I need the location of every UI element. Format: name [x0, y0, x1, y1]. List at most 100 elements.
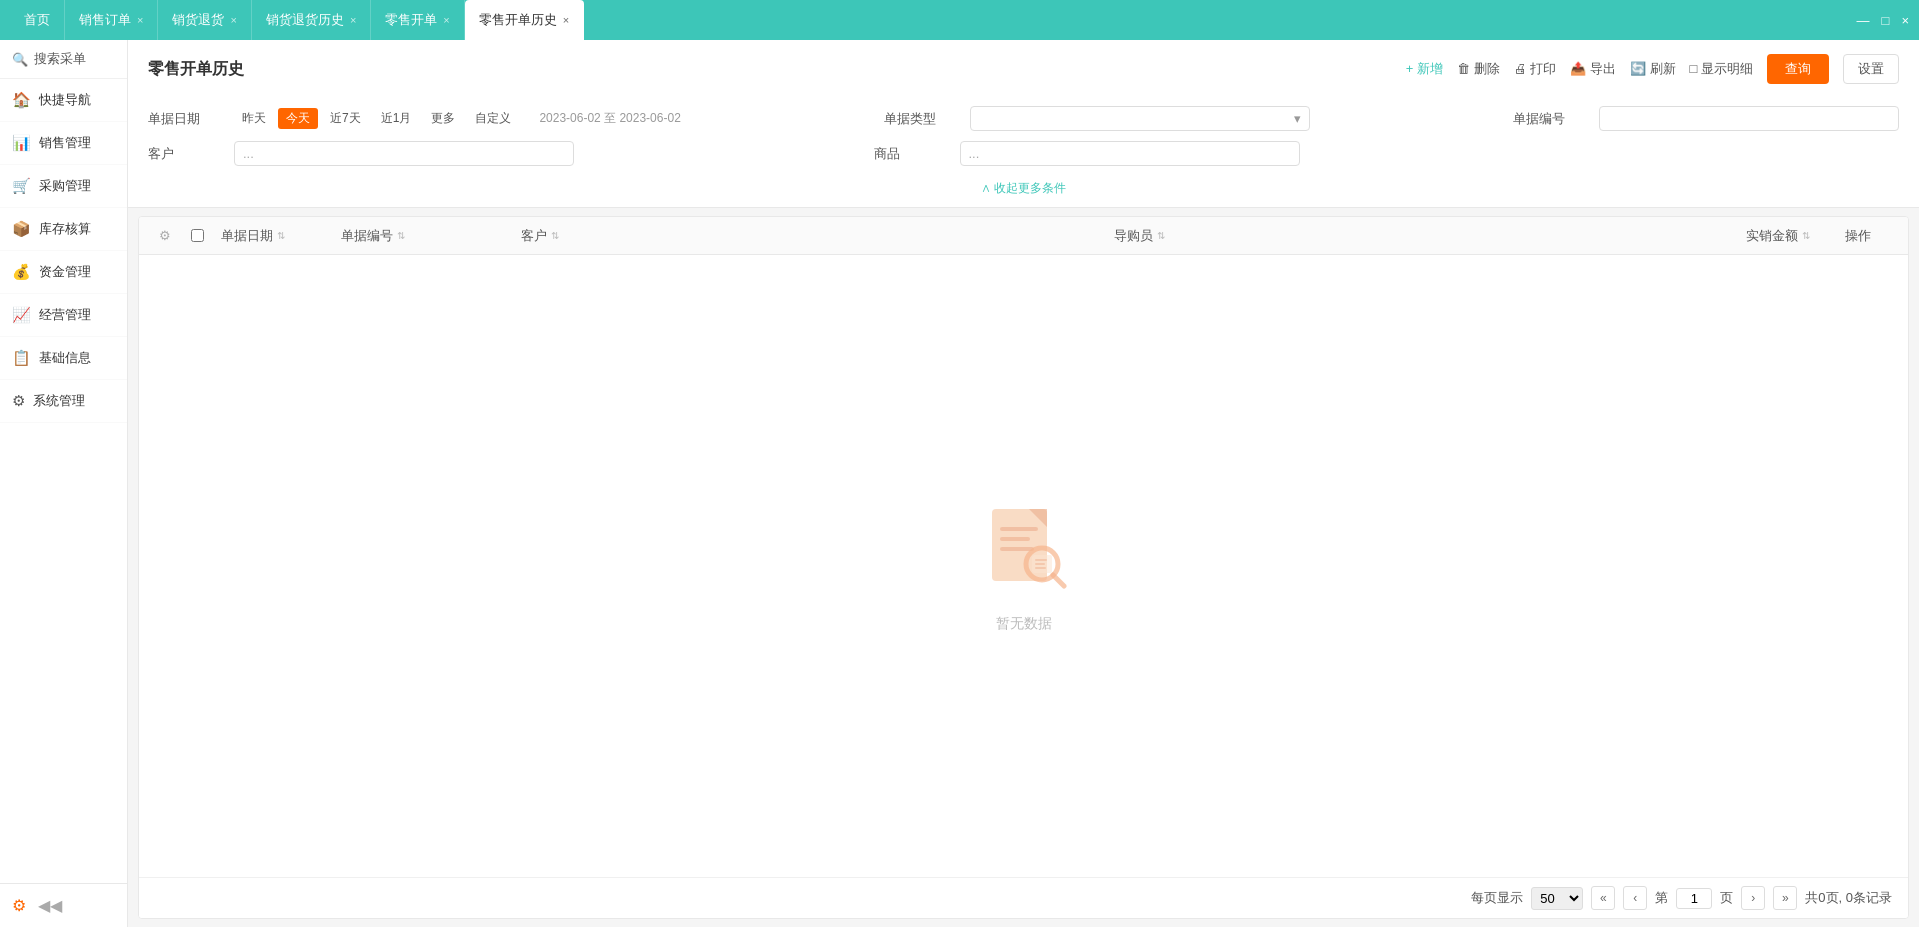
setting-button[interactable]: 设置	[1843, 54, 1899, 84]
tab-retail-open-history-close[interactable]: ×	[563, 14, 569, 26]
tab-sales-return[interactable]: 销货退货 ×	[158, 0, 251, 40]
money-icon: 💰	[12, 263, 31, 281]
tab-retail-open-label: 零售开单	[385, 11, 437, 29]
tab-retail-open[interactable]: 零售开单 ×	[371, 0, 464, 40]
per-page-select[interactable]: 50 10 20 100	[1531, 887, 1583, 910]
th-guide-label: 导购员	[1114, 227, 1153, 245]
empty-state: 暂无数据	[139, 255, 1908, 877]
table-select-all-checkbox[interactable]	[181, 229, 213, 242]
sidebar-item-operations[interactable]: 📈 经营管理	[0, 294, 127, 337]
th-guide[interactable]: 导购员 ⇅	[1106, 227, 1226, 245]
window-maximize[interactable]: □	[1882, 13, 1890, 28]
th-action: 操作	[1818, 227, 1898, 245]
per-page-label: 每页显示	[1471, 889, 1523, 907]
sidebar-item-system[interactable]: ⚙ 系统管理	[0, 380, 127, 423]
tab-sales-return-history[interactable]: 销货退货历史 ×	[252, 0, 371, 40]
new-button[interactable]: + 新增	[1406, 60, 1443, 78]
select-all-input[interactable]	[191, 229, 204, 242]
prev-page-btn[interactable]: ‹	[1623, 886, 1647, 910]
first-page-btn[interactable]: «	[1591, 886, 1615, 910]
sidebar-search[interactable]: 🔍 搜索采单	[0, 40, 127, 79]
filter-row-customer: 客户 ... 商品 ...	[148, 141, 1899, 166]
last-page-btn[interactable]: »	[1773, 886, 1797, 910]
main-layout: 🔍 搜索采单 🏠 快捷导航 📊 销售管理 🛒 采购管理 📦 库存核算 💰 资金管…	[0, 40, 1919, 927]
tab-sales-order[interactable]: 销售订单 ×	[65, 0, 158, 40]
print-button[interactable]: 🖨 打印	[1514, 60, 1557, 78]
empty-illustration	[974, 499, 1074, 599]
next-page-btn[interactable]: ›	[1741, 886, 1765, 910]
tab-home-label: 首页	[24, 11, 50, 29]
delete-button[interactable]: 🗑 删除	[1457, 60, 1500, 78]
tab-retail-open-close[interactable]: ×	[443, 14, 449, 26]
page-title-row: 零售开单历史 + 新增 🗑 删除 🖨 打印 📤 导出 🔄 刷新 □ 显示明细 查…	[148, 54, 1899, 84]
customer-placeholder: ...	[243, 146, 254, 161]
sidebar-item-basic-info[interactable]: 📋 基础信息	[0, 337, 127, 380]
sidebar-collapse-icon[interactable]: ◀◀	[38, 896, 62, 915]
sidebar-item-sales-mgmt[interactable]: 📊 销售管理	[0, 122, 127, 165]
th-customer[interactable]: 客户 ⇅	[513, 227, 1106, 245]
sidebar: 🔍 搜索采单 🏠 快捷导航 📊 销售管理 🛒 采购管理 📦 库存核算 💰 资金管…	[0, 40, 128, 927]
date-btn-yesterday[interactable]: 昨天	[234, 108, 274, 129]
sidebar-item-quick-nav[interactable]: 🏠 快捷导航	[0, 79, 127, 122]
th-customer-label: 客户	[521, 227, 547, 245]
page-number-input[interactable]	[1676, 888, 1712, 909]
doc-no-input[interactable]	[1599, 106, 1899, 131]
th-docno[interactable]: 单据编号 ⇅	[333, 227, 513, 245]
sidebar-item-inventory[interactable]: 📦 库存核算	[0, 208, 127, 251]
tab-sales-return-history-label: 销货退货历史	[266, 11, 344, 29]
cart-icon: 🛒	[12, 177, 31, 195]
tab-sales-return-history-close[interactable]: ×	[350, 14, 356, 26]
box-icon: 📦	[12, 220, 31, 238]
window-close[interactable]: ×	[1901, 13, 1909, 28]
collapse-filter-btn[interactable]: ∧ 收起更多条件	[148, 176, 1899, 207]
window-minimize[interactable]: —	[1857, 13, 1870, 28]
sidebar-item-purchase-mgmt[interactable]: 🛒 采购管理	[0, 165, 127, 208]
date-filter-label: 单据日期	[148, 110, 218, 128]
collapse-filter-label: ∧ 收起更多条件	[981, 180, 1066, 197]
gear-icon: ⚙	[12, 392, 25, 410]
date-btn-7days[interactable]: 近7天	[322, 108, 369, 129]
export-button[interactable]: 📤 导出	[1570, 60, 1616, 78]
sidebar-item-finance[interactable]: 💰 资金管理	[0, 251, 127, 294]
th-date-label: 单据日期	[221, 227, 273, 245]
filter-row-date: 单据日期 昨天 今天 近7天 近1月 更多 自定义 2023-06-02 至 2…	[148, 106, 1899, 131]
tab-home[interactable]: 首页	[10, 0, 65, 40]
table-settings-icon[interactable]: ⚙	[149, 228, 181, 243]
th-action-label: 操作	[1845, 227, 1871, 245]
svg-rect-10	[1035, 567, 1046, 569]
date-range-display: 2023-06-02 至 2023-06-02	[539, 110, 680, 127]
search-icon: 🔍	[12, 52, 28, 67]
page-title: 零售开单历史	[148, 59, 244, 80]
goods-select[interactable]: ...	[960, 141, 1300, 166]
tab-retail-open-history[interactable]: 零售开单历史 ×	[465, 0, 584, 40]
sidebar-item-inventory-label: 库存核算	[39, 220, 91, 238]
display-button[interactable]: □ 显示明细	[1690, 60, 1753, 78]
toolbar: + 新增 🗑 删除 🖨 打印 📤 导出 🔄 刷新 □ 显示明细 查询 设置	[1406, 54, 1899, 84]
sidebar-bottom: ⚙ ◀◀	[0, 883, 127, 927]
page-total: 共0页, 0条记录	[1805, 889, 1892, 907]
page-label-pre: 第	[1655, 889, 1668, 907]
tab-sales-order-close[interactable]: ×	[137, 14, 143, 26]
date-btn-1month[interactable]: 近1月	[373, 108, 420, 129]
th-date-sort-icon: ⇅	[277, 230, 285, 241]
query-button[interactable]: 查询	[1767, 54, 1829, 84]
th-date[interactable]: 单据日期 ⇅	[213, 227, 333, 245]
doc-type-select[interactable]: ▾	[970, 106, 1310, 131]
empty-text: 暂无数据	[996, 615, 1052, 633]
ops-icon: 📈	[12, 306, 31, 324]
customer-select[interactable]: ...	[234, 141, 574, 166]
sidebar-item-system-label: 系统管理	[33, 392, 85, 410]
sidebar-settings-icon[interactable]: ⚙	[12, 896, 26, 915]
table-header: ⚙ 单据日期 ⇅ 单据编号 ⇅ 客户 ⇅ 导购员 ⇅	[139, 217, 1908, 255]
sidebar-item-basic-info-label: 基础信息	[39, 349, 91, 367]
date-btn-more[interactable]: 更多	[423, 108, 463, 129]
th-amount[interactable]: 实销金额 ⇅	[1226, 227, 1819, 245]
pagination: 每页显示 50 10 20 100 « ‹ 第 页 › » 共0页, 0条记录	[139, 877, 1908, 918]
svg-rect-8	[1035, 559, 1047, 561]
date-btn-today[interactable]: 今天	[278, 108, 318, 129]
tab-sales-return-close[interactable]: ×	[230, 14, 236, 26]
date-btn-custom[interactable]: 自定义	[467, 108, 519, 129]
sidebar-item-operations-label: 经营管理	[39, 306, 91, 324]
refresh-button[interactable]: 🔄 刷新	[1630, 60, 1676, 78]
svg-rect-9	[1035, 563, 1045, 565]
